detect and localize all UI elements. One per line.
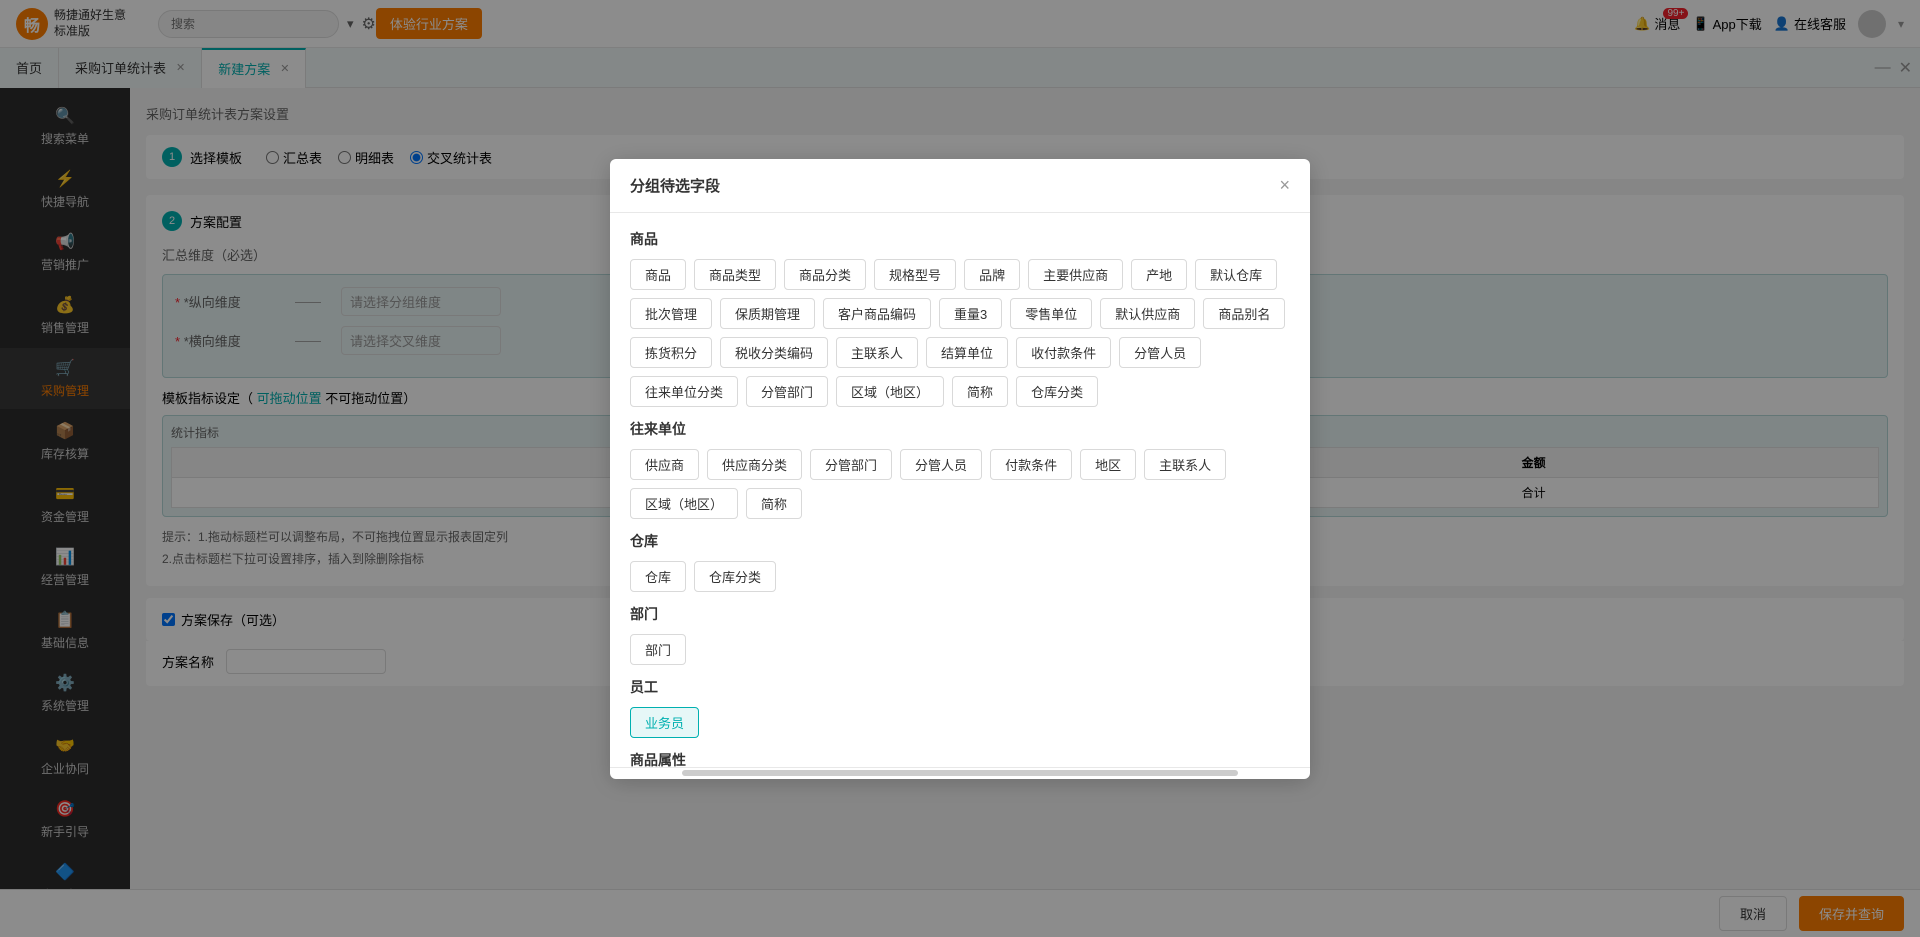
field-chip-1-4[interactable]: 付款条件 [990,449,1072,480]
modal-section-title-3: 部门 [630,604,1290,624]
field-chip-0-5[interactable]: 主要供应商 [1028,259,1123,290]
field-chip-0-19[interactable]: 收付款条件 [1016,337,1111,368]
field-chip-0-16[interactable]: 税收分类编码 [720,337,828,368]
modal-section-chips-3: 部门 [630,634,1290,665]
field-chip-3-0[interactable]: 部门 [630,634,686,665]
field-chip-1-7[interactable]: 区域（地区） [630,488,738,519]
field-chip-1-3[interactable]: 分管人员 [900,449,982,480]
field-chip-0-22[interactable]: 分管部门 [746,376,828,407]
field-chip-0-6[interactable]: 产地 [1131,259,1187,290]
field-chip-2-0[interactable]: 仓库 [630,561,686,592]
field-chip-0-18[interactable]: 结算单位 [926,337,1008,368]
field-chip-0-4[interactable]: 品牌 [964,259,1020,290]
field-chip-0-1[interactable]: 商品类型 [694,259,776,290]
modal-header: 分组待选字段 × [610,159,1310,213]
field-chip-0-15[interactable]: 拣货积分 [630,337,712,368]
field-chip-0-12[interactable]: 零售单位 [1010,298,1092,329]
modal-section-chips-0: 商品商品类型商品分类规格型号品牌主要供应商产地默认仓库批次管理保质期管理客户商品… [630,259,1290,407]
field-chip-0-17[interactable]: 主联系人 [836,337,918,368]
field-chip-0-7[interactable]: 默认仓库 [1195,259,1277,290]
modal-section-title-0: 商品 [630,229,1290,249]
field-chip-0-10[interactable]: 客户商品编码 [823,298,931,329]
field-chip-1-8[interactable]: 简称 [746,488,802,519]
field-chip-1-2[interactable]: 分管部门 [810,449,892,480]
field-chip-0-0[interactable]: 商品 [630,259,686,290]
field-chip-0-24[interactable]: 简称 [952,376,1008,407]
field-chip-0-8[interactable]: 批次管理 [630,298,712,329]
modal-section-chips-2: 仓库仓库分类 [630,561,1290,592]
modal-section-title-2: 仓库 [630,531,1290,551]
modal-section-chips-4: 业务员 [630,707,1290,738]
field-chip-0-13[interactable]: 默认供应商 [1100,298,1195,329]
modal-close-button[interactable]: × [1279,176,1290,194]
modal-title: 分组待选字段 [630,175,720,196]
field-chip-1-1[interactable]: 供应商分类 [707,449,802,480]
modal-section-title-5: 商品属性 [630,750,1290,767]
modal-section-chips-1: 供应商供应商分类分管部门分管人员付款条件地区主联系人区域（地区） 简称 [630,449,1290,519]
field-chip-0-3[interactable]: 规格型号 [874,259,956,290]
field-chip-2-1[interactable]: 仓库分类 [694,561,776,592]
field-chip-0-25[interactable]: 仓库分类 [1016,376,1098,407]
modal-section-title-4: 员工 [630,677,1290,697]
field-chip-0-2[interactable]: 商品分类 [784,259,866,290]
field-chip-4-0[interactable]: 业务员 [630,707,699,738]
field-chip-0-14[interactable]: 商品别名 [1203,298,1285,329]
modal-overlay: 分组待选字段 × 商品商品商品类型商品分类规格型号品牌主要供应商产地默认仓库批次… [0,0,1920,937]
modal-bottom-scrollbar[interactable] [610,767,1310,779]
field-chip-0-11[interactable]: 重量3 [939,298,1002,329]
field-chip-0-23[interactable]: 区域（地区） [836,376,944,407]
field-chip-0-20[interactable]: 分管人员 [1119,337,1201,368]
field-chip-0-9[interactable]: 保质期管理 [720,298,815,329]
field-chip-1-0[interactable]: 供应商 [630,449,699,480]
field-chip-1-5[interactable]: 地区 [1080,449,1136,480]
modal: 分组待选字段 × 商品商品商品类型商品分类规格型号品牌主要供应商产地默认仓库批次… [610,159,1310,779]
modal-section-title-1: 往来单位 [630,419,1290,439]
field-chip-0-21[interactable]: 往来单位分类 [630,376,738,407]
field-chip-1-6[interactable]: 主联系人 [1144,449,1226,480]
modal-body: 商品商品商品类型商品分类规格型号品牌主要供应商产地默认仓库批次管理保质期管理客户… [610,213,1310,767]
